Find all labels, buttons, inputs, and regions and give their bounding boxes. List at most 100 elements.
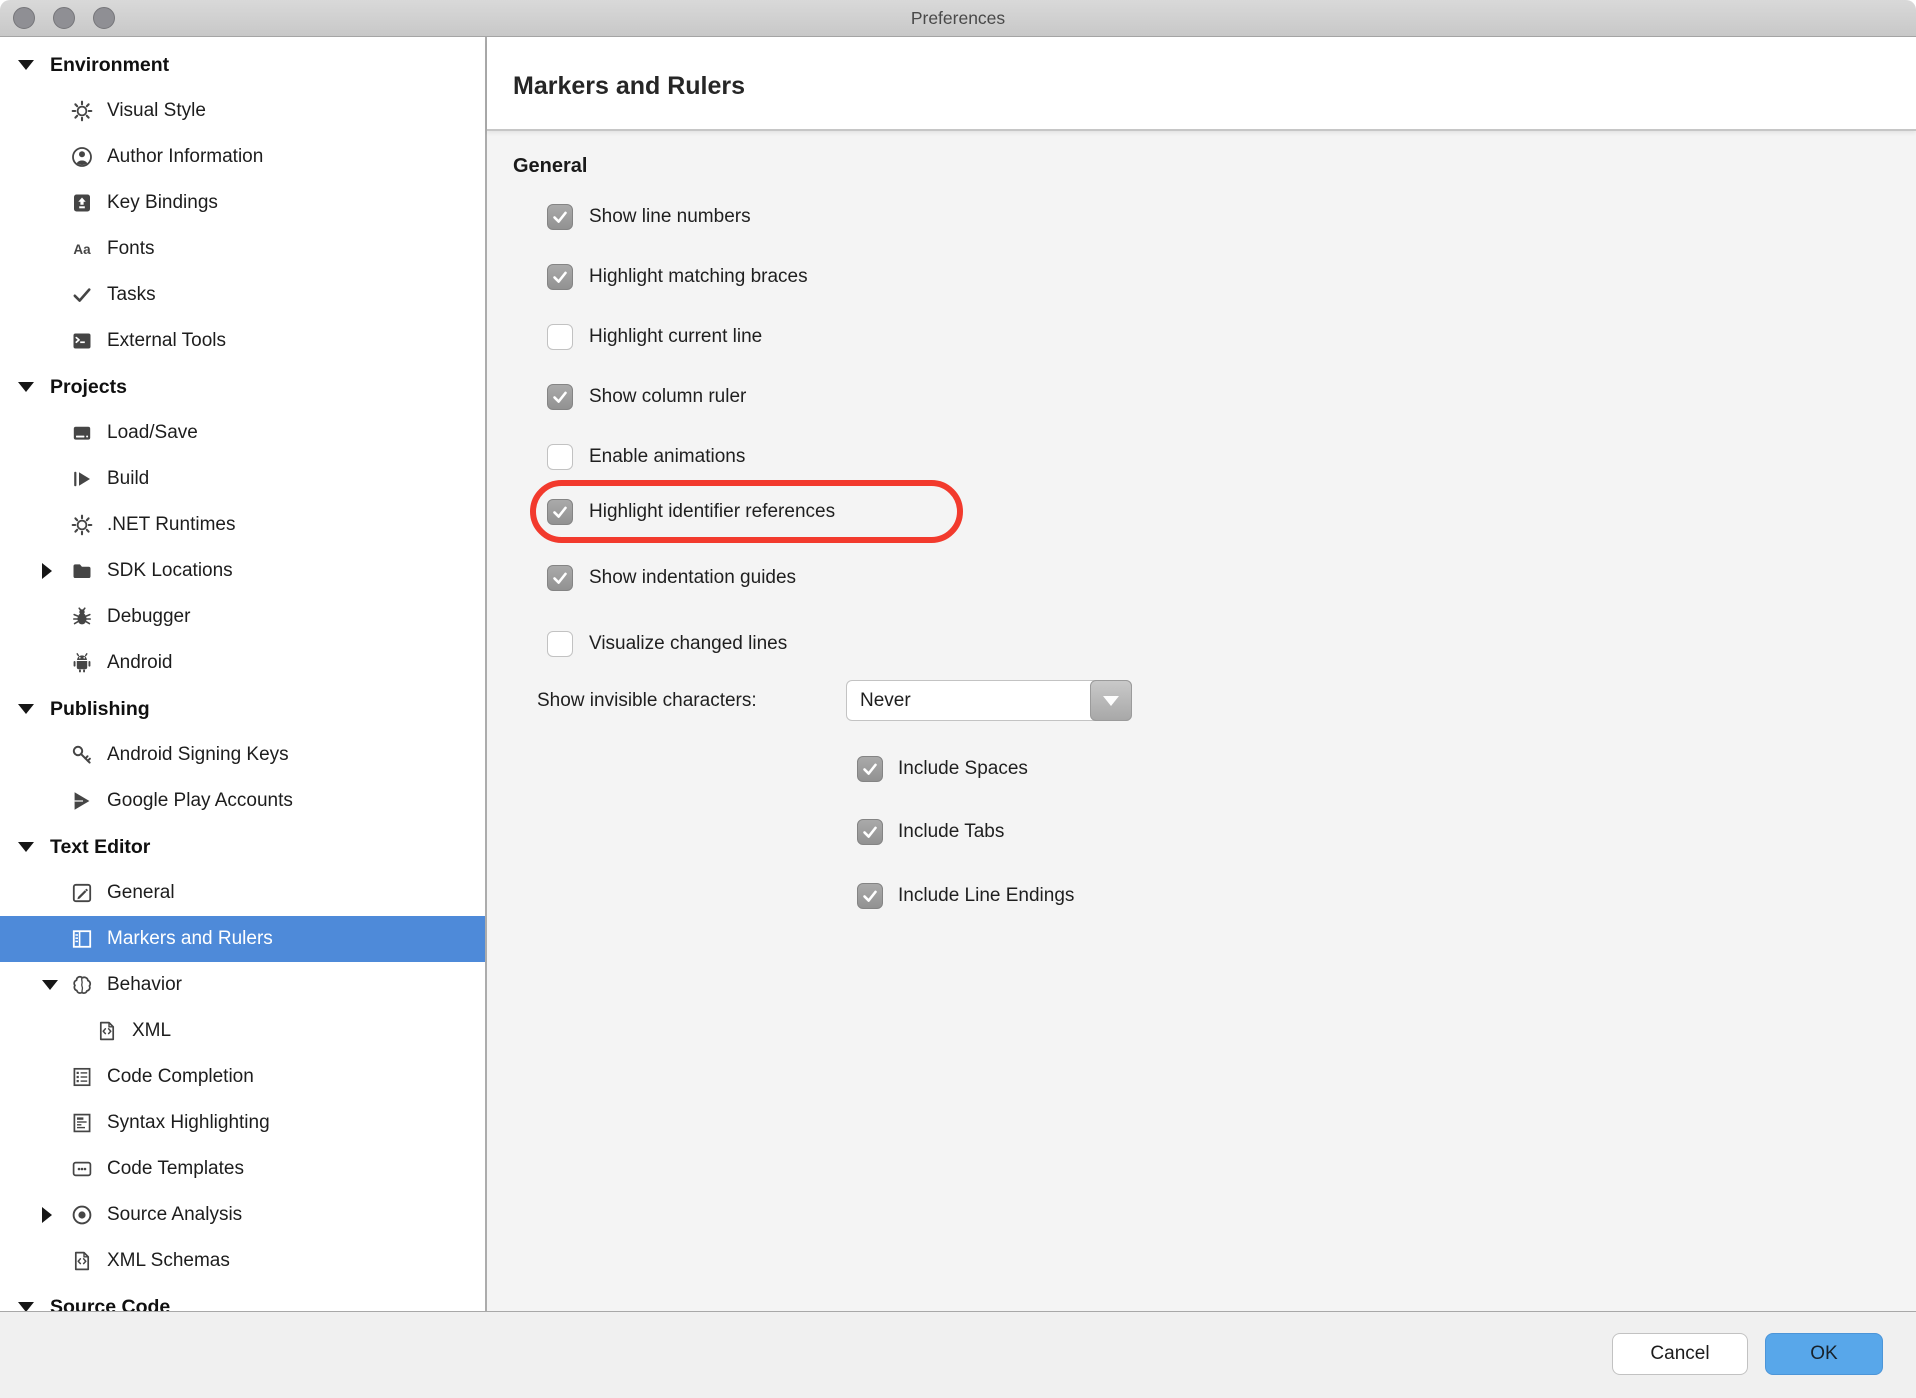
content-pane: Markers and Rulers General Show line num… bbox=[487, 37, 1916, 1311]
settings-panel: General Show line numbersHighlight match… bbox=[487, 133, 1916, 1311]
xml-file-icon bbox=[70, 1249, 94, 1273]
setting-row-include-spaces[interactable]: Include Spaces bbox=[857, 756, 1028, 782]
setting-row-highlight-matching-braces[interactable]: Highlight matching braces bbox=[547, 264, 808, 290]
sidebar-item-google-play-accounts[interactable]: Google Play Accounts bbox=[0, 778, 485, 824]
disclosure-triangle-icon[interactable] bbox=[18, 1302, 34, 1311]
setting-row-show-column-ruler[interactable]: Show column ruler bbox=[547, 384, 746, 410]
sidebar-item-label: XML bbox=[132, 1020, 171, 1042]
ok-button[interactable]: OK bbox=[1765, 1333, 1883, 1375]
disclosure-triangle-icon[interactable] bbox=[18, 60, 34, 70]
sidebar-item-net-runtimes[interactable]: .NET Runtimes bbox=[0, 502, 485, 548]
signing-key-icon bbox=[70, 743, 94, 767]
pencil-icon bbox=[70, 881, 94, 905]
sidebar-item-label: Fonts bbox=[107, 238, 155, 260]
setting-row-highlight-identifier-references[interactable]: Highlight identifier references bbox=[547, 499, 835, 525]
preferences-tree: Environment Visual StyleAuthor Informatio… bbox=[0, 37, 487, 1311]
sidebar-item-label: Tasks bbox=[107, 284, 156, 306]
setting-row-enable-animations[interactable]: Enable animations bbox=[547, 444, 745, 470]
setting-row-show-indentation-guides[interactable]: Show indentation guides bbox=[547, 565, 796, 591]
checkbox-label: Highlight identifier references bbox=[589, 501, 835, 523]
sidebar-item-label: Code Completion bbox=[107, 1066, 254, 1088]
checked-checkbox[interactable] bbox=[547, 499, 573, 525]
android-icon bbox=[70, 651, 94, 675]
checkbox-label: Include Tabs bbox=[898, 821, 1004, 843]
checkbox-label: Highlight current line bbox=[589, 326, 762, 348]
sidebar-item-label: Load/Save bbox=[107, 422, 198, 444]
sidebar-item-label: Source Analysis bbox=[107, 1204, 242, 1226]
sidebar-item-load-save[interactable]: Load/Save bbox=[0, 410, 485, 456]
sidebar-item-syntax-highlighting[interactable]: Syntax Highlighting bbox=[0, 1100, 485, 1146]
sidebar-item-xml[interactable]: XML bbox=[0, 1008, 485, 1054]
disclosure-triangle-icon[interactable] bbox=[18, 704, 34, 714]
sidebar-item-android[interactable]: Android bbox=[0, 640, 485, 686]
sidebar-section-publishing[interactable]: Publishing bbox=[0, 686, 485, 732]
checked-checkbox[interactable] bbox=[857, 756, 883, 782]
checked-checkbox[interactable] bbox=[857, 819, 883, 845]
sidebar-item-key-bindings[interactable]: Key Bindings bbox=[0, 180, 485, 226]
sidebar-section-text-editor[interactable]: Text Editor bbox=[0, 824, 485, 870]
checked-checkbox[interactable] bbox=[857, 883, 883, 909]
sidebar-item-markers-and-rulers[interactable]: Markers and Rulers bbox=[0, 916, 485, 962]
disclosure-triangle-icon[interactable] bbox=[42, 980, 58, 990]
sidebar-item-label: Environment bbox=[50, 54, 169, 77]
unchecked-checkbox[interactable] bbox=[547, 631, 573, 657]
author-icon bbox=[70, 145, 94, 169]
sidebar-section-projects[interactable]: Projects bbox=[0, 364, 485, 410]
sidebar-section-environment[interactable]: Environment bbox=[0, 42, 485, 88]
sidebar-item-label: Behavior bbox=[107, 974, 182, 996]
sidebar-item-build[interactable]: Build bbox=[0, 456, 485, 502]
sidebar-item-code-completion[interactable]: Code Completion bbox=[0, 1054, 485, 1100]
disclosure-triangle-icon[interactable] bbox=[18, 382, 34, 392]
checked-checkbox[interactable] bbox=[547, 204, 573, 230]
sidebar-item-label: XML Schemas bbox=[107, 1250, 230, 1272]
show-invisible-characters-label: Show invisible characters: bbox=[537, 680, 757, 721]
setting-row-include-line-endings[interactable]: Include Line Endings bbox=[857, 883, 1074, 909]
dropdown-button[interactable] bbox=[1090, 680, 1132, 721]
gear-icon bbox=[70, 99, 94, 123]
sidebar-item-code-templates[interactable]: Code Templates bbox=[0, 1146, 485, 1192]
disclosure-triangle-icon[interactable] bbox=[42, 1207, 52, 1223]
setting-row-visualize-changed-lines[interactable]: Visualize changed lines bbox=[547, 631, 787, 657]
setting-row-highlight-current-line[interactable]: Highlight current line bbox=[547, 324, 762, 350]
checked-checkbox[interactable] bbox=[547, 384, 573, 410]
disclosure-triangle-icon[interactable] bbox=[42, 563, 52, 579]
cancel-button[interactable]: Cancel bbox=[1612, 1333, 1748, 1375]
sidebar-item-label: Build bbox=[107, 468, 149, 490]
bug-icon bbox=[70, 605, 94, 629]
window-title: Preferences bbox=[0, 0, 1916, 36]
code-templates-icon bbox=[70, 1157, 94, 1181]
sidebar-item-visual-style[interactable]: Visual Style bbox=[0, 88, 485, 134]
sidebar-section-source-code[interactable]: Source Code bbox=[0, 1284, 485, 1311]
title-bar[interactable]: Preferences bbox=[0, 0, 1916, 37]
setting-row-show-line-numbers[interactable]: Show line numbers bbox=[547, 204, 751, 230]
show-invisible-characters-select[interactable]: Never bbox=[846, 680, 1132, 721]
gear-icon bbox=[70, 513, 94, 537]
checked-checkbox[interactable] bbox=[547, 264, 573, 290]
disclosure-triangle-icon[interactable] bbox=[18, 842, 34, 852]
sidebar-item-fonts[interactable]: AaFonts bbox=[0, 226, 485, 272]
unchecked-checkbox[interactable] bbox=[547, 324, 573, 350]
sidebar-item-source-analysis[interactable]: Source Analysis bbox=[0, 1192, 485, 1238]
source-analysis-icon bbox=[70, 1203, 94, 1227]
sidebar-item-tasks[interactable]: Tasks bbox=[0, 272, 485, 318]
chevron-down-icon bbox=[1103, 696, 1119, 706]
checkbox-label: Include Line Endings bbox=[898, 885, 1074, 907]
key-bindings-icon bbox=[70, 191, 94, 215]
sidebar-item-sdk-locations[interactable]: SDK Locations bbox=[0, 548, 485, 594]
checked-checkbox[interactable] bbox=[547, 565, 573, 591]
sidebar-item-label: SDK Locations bbox=[107, 560, 233, 582]
sidebar-item-external-tools[interactable]: External Tools bbox=[0, 318, 485, 364]
sidebar-item-android-signing-keys[interactable]: Android Signing Keys bbox=[0, 732, 485, 778]
checkbox-label: Show indentation guides bbox=[589, 567, 796, 589]
sidebar-item-author-information[interactable]: Author Information bbox=[0, 134, 485, 180]
unchecked-checkbox[interactable] bbox=[547, 444, 573, 470]
setting-row-include-tabs[interactable]: Include Tabs bbox=[857, 819, 1004, 845]
sidebar-item-general[interactable]: General bbox=[0, 870, 485, 916]
sidebar-item-debugger[interactable]: Debugger bbox=[0, 594, 485, 640]
sidebar-item-xml-schemas[interactable]: XML Schemas bbox=[0, 1238, 485, 1284]
brain-icon bbox=[70, 973, 94, 997]
sidebar-item-label: .NET Runtimes bbox=[107, 514, 235, 536]
checkbox-label: Show line numbers bbox=[589, 206, 751, 228]
sidebar-item-behavior[interactable]: Behavior bbox=[0, 962, 485, 1008]
sidebar-item-label: Publishing bbox=[50, 698, 150, 721]
